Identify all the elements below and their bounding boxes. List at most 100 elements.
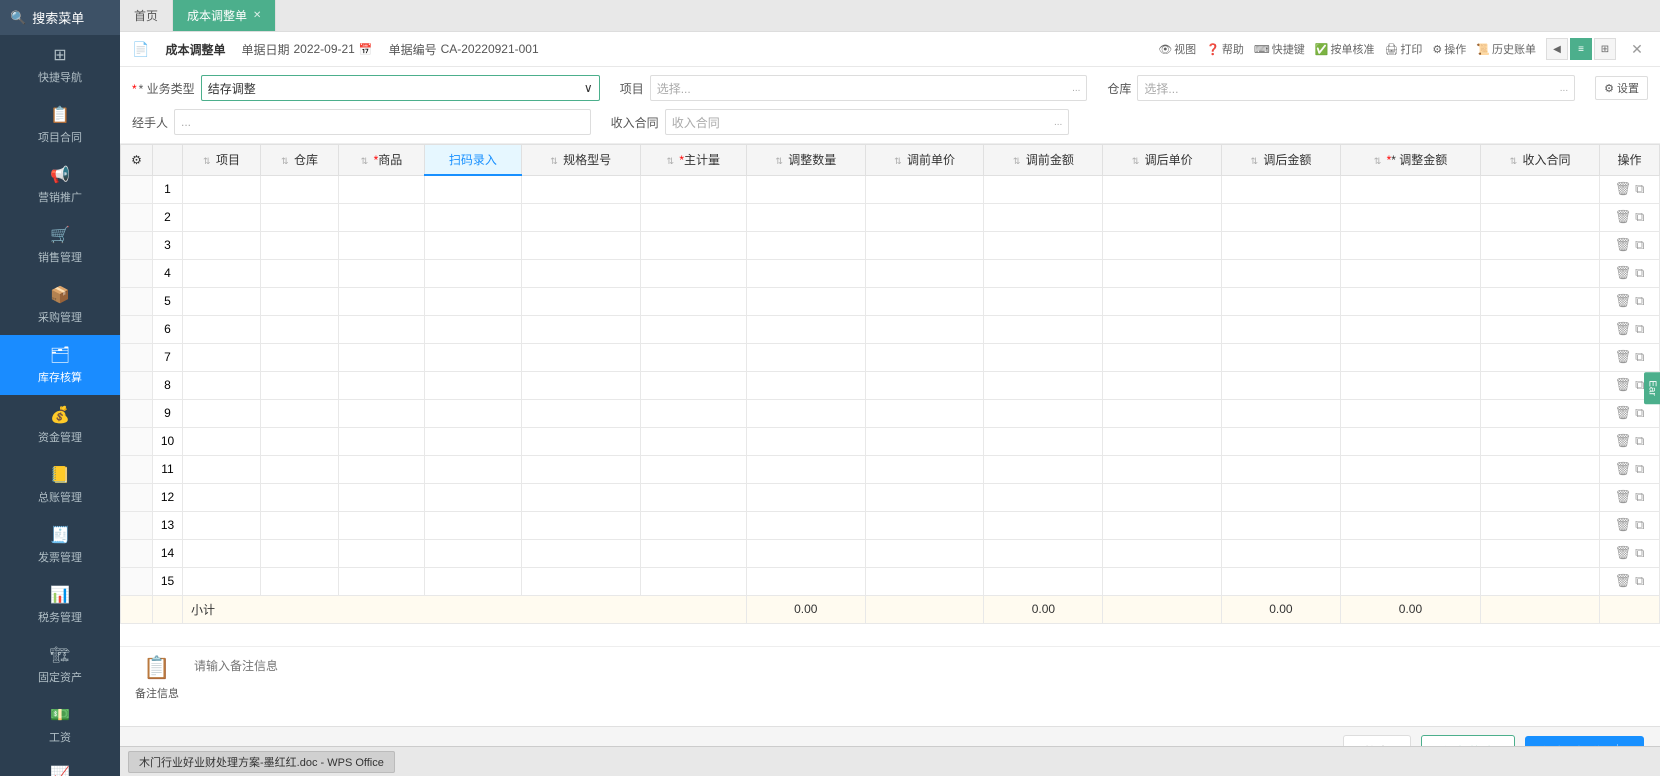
cell[interactable] [183,567,261,595]
sidebar-item-ledger[interactable]: 📒 总账管理 [0,455,120,515]
cell[interactable] [183,455,261,483]
col-after-price[interactable]: ⇅ 调后单价 [1103,145,1222,176]
sidebar-search[interactable]: 🔍 搜索菜单 [0,0,120,35]
cell[interactable] [865,287,984,315]
handler-input[interactable]: ... [174,109,591,135]
cell[interactable] [640,511,746,539]
cell[interactable] [640,427,746,455]
cell[interactable] [984,567,1103,595]
cell[interactable] [984,371,1103,399]
cell[interactable] [865,567,984,595]
col-spec[interactable]: ⇅ 规格型号 [521,145,640,176]
cell[interactable] [424,567,521,595]
copy-icon[interactable]: ⧉ [1635,461,1644,477]
col-project[interactable]: ⇅ 项目 [183,145,261,176]
col-unit[interactable]: ⇅ *主计量 [640,145,746,176]
sidebar-item-operations[interactable]: 📈 经营管理 [0,755,120,776]
cell[interactable] [1103,567,1222,595]
copy-icon[interactable]: ⧉ [1635,237,1644,253]
taskbar-item[interactable]: 木门行业好业财处理方案-墨红红.doc - WPS Office [128,751,395,773]
delete-icon[interactable]: 🗑 [1615,489,1632,505]
cell[interactable] [1222,455,1341,483]
cell[interactable] [1481,259,1600,287]
tab-home[interactable]: 首页 [120,0,173,31]
delete-icon[interactable]: 🗑 [1615,293,1632,309]
cell[interactable] [261,567,339,595]
cell[interactable] [261,203,339,231]
copy-icon[interactable]: ⧉ [1635,377,1644,393]
cell[interactable] [261,259,339,287]
cell[interactable] [1340,287,1480,315]
cell[interactable] [339,343,425,371]
cell[interactable] [865,231,984,259]
cell[interactable] [865,511,984,539]
cell[interactable] [984,539,1103,567]
cell[interactable] [1340,371,1480,399]
cell[interactable] [1481,175,1600,203]
cell[interactable] [640,343,746,371]
cell[interactable] [1103,427,1222,455]
cell[interactable] [1481,455,1600,483]
cell[interactable] [1481,483,1600,511]
delete-icon[interactable]: 🗑 [1615,517,1632,533]
cell[interactable] [984,203,1103,231]
cell[interactable] [1103,203,1222,231]
cell[interactable] [984,287,1103,315]
col-scan-input[interactable]: 扫码录入 [424,145,521,176]
cell[interactable] [865,399,984,427]
cell[interactable] [746,511,865,539]
cell[interactable] [261,511,339,539]
cell[interactable] [1481,203,1600,231]
cell[interactable] [984,483,1103,511]
cell[interactable] [746,455,865,483]
cell[interactable] [183,483,261,511]
cell[interactable] [183,287,261,315]
cell[interactable] [640,315,746,343]
cell[interactable] [746,427,865,455]
cell[interactable] [640,455,746,483]
cell[interactable] [865,427,984,455]
sidebar-item-purchase[interactable]: 📦 采购管理 [0,275,120,335]
cell[interactable] [1222,399,1341,427]
cell[interactable] [521,539,640,567]
calendar-icon[interactable]: 📅 [359,43,373,56]
cell[interactable] [521,287,640,315]
cell[interactable] [746,231,865,259]
cell[interactable] [424,483,521,511]
cell[interactable] [865,203,984,231]
cell[interactable] [261,231,339,259]
cell[interactable] [521,399,640,427]
cell[interactable] [1340,511,1480,539]
cell[interactable] [984,259,1103,287]
cell[interactable] [746,175,865,203]
cell[interactable] [1340,231,1480,259]
cell[interactable] [984,399,1103,427]
cell[interactable] [261,427,339,455]
cell[interactable] [339,315,425,343]
cell[interactable] [1481,427,1600,455]
project-input[interactable]: 选择... ... [650,75,1088,101]
cell[interactable] [521,371,640,399]
action-review[interactable]: ✅ 按单核准 [1315,41,1375,57]
col-adjust-qty[interactable]: ⇅ 调整数量 [746,145,865,176]
cell[interactable] [521,315,640,343]
cell[interactable] [183,203,261,231]
cell[interactable] [746,539,865,567]
delete-icon[interactable]: 🗑 [1615,349,1632,365]
cell[interactable] [339,511,425,539]
col-warehouse[interactable]: ⇅ 仓库 [261,145,339,176]
cell[interactable] [1222,427,1341,455]
cell[interactable] [183,175,261,203]
action-operation[interactable]: ⚙ 操作 [1432,41,1466,57]
cell[interactable] [1103,343,1222,371]
cell[interactable] [984,175,1103,203]
green-badge[interactable]: Ear [1644,372,1660,404]
cell[interactable] [746,259,865,287]
delete-icon[interactable]: 🗑 [1615,209,1632,225]
delete-icon[interactable]: 🗑 [1615,377,1632,393]
cell[interactable] [1222,315,1341,343]
cell[interactable] [1340,315,1480,343]
cell[interactable] [521,483,640,511]
cell[interactable] [1340,539,1480,567]
cell[interactable] [521,203,640,231]
